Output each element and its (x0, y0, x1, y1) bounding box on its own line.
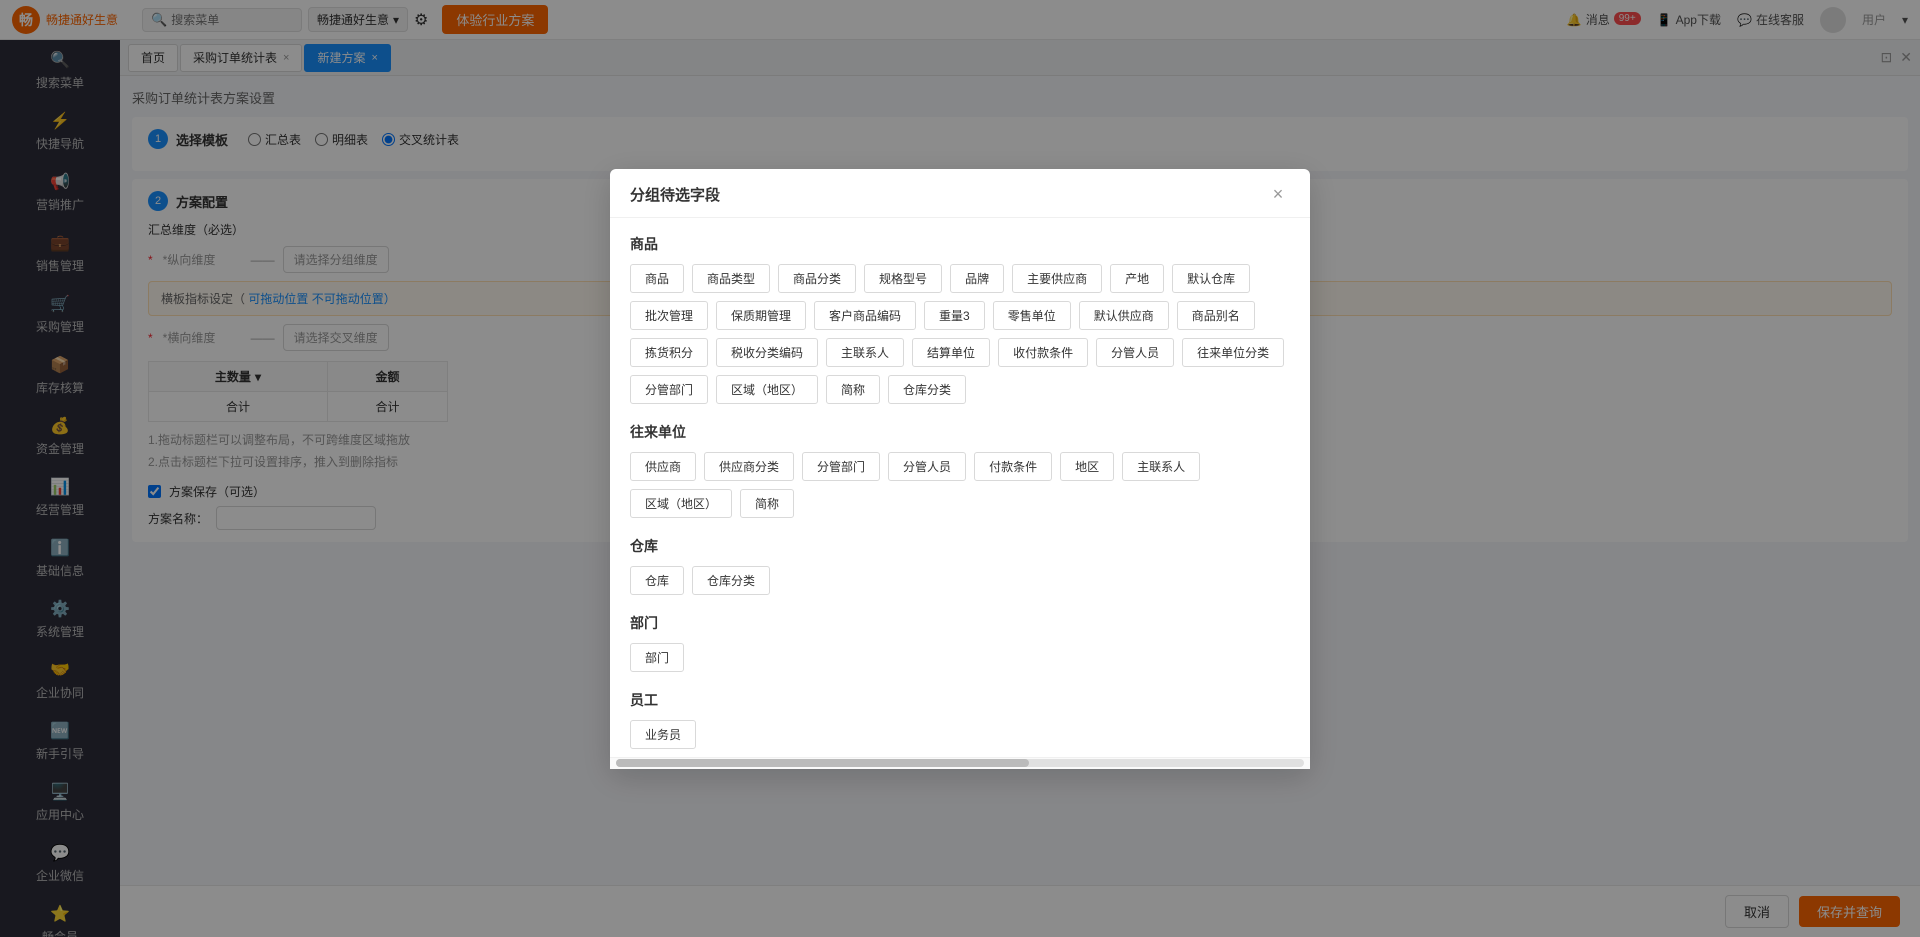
modal-title: 分组待选字段 (630, 184, 720, 205)
modal-body: 商品商品商品类型商品分类规格型号品牌主要供应商产地默认仓库批次管理保质期管理客户… (610, 218, 1310, 757)
hscroll-track (616, 759, 1304, 767)
field-chip[interactable]: 分管人员 (1096, 338, 1174, 367)
field-group-员工: 员工业务员 (630, 690, 1290, 749)
field-chip[interactable]: 重量3 (924, 301, 985, 330)
field-chip[interactable]: 主联系人 (826, 338, 904, 367)
field-chip[interactable]: 简称 (826, 375, 880, 404)
field-chip[interactable]: 供应商分类 (704, 452, 794, 481)
field-chips: 业务员 (630, 720, 1290, 749)
modal-header: 分组待选字段 × (610, 169, 1310, 218)
modal-overlay[interactable]: 分组待选字段 × 商品商品商品类型商品分类规格型号品牌主要供应商产地默认仓库批次… (0, 0, 1920, 937)
field-chip[interactable]: 业务员 (630, 720, 696, 749)
field-chip[interactable]: 拣货积分 (630, 338, 708, 367)
field-chip[interactable]: 分管部门 (802, 452, 880, 481)
field-group-title: 往来单位 (630, 422, 1290, 442)
field-chip[interactable]: 区域（地区） (630, 489, 732, 518)
field-chip[interactable]: 付款条件 (974, 452, 1052, 481)
field-group-title: 部门 (630, 613, 1290, 633)
field-group-往来单位: 往来单位供应商供应商分类分管部门分管人员付款条件地区主联系人区域（地区） 简称 (630, 422, 1290, 518)
field-chip[interactable]: 默认供应商 (1079, 301, 1169, 330)
field-chip[interactable]: 分管部门 (630, 375, 708, 404)
field-chip[interactable]: 规格型号 (864, 264, 942, 293)
field-chips: 供应商供应商分类分管部门分管人员付款条件地区主联系人区域（地区） 简称 (630, 452, 1290, 518)
field-group-title: 商品 (630, 234, 1290, 254)
field-chip[interactable]: 商品 (630, 264, 684, 293)
field-chip[interactable]: 税收分类编码 (716, 338, 818, 367)
field-chip[interactable]: 保质期管理 (716, 301, 806, 330)
field-group-仓库: 仓库仓库仓库分类 (630, 536, 1290, 595)
field-chip[interactable]: 零售单位 (993, 301, 1071, 330)
field-chip[interactable]: 收付款条件 (998, 338, 1088, 367)
field-chip[interactable]: 商品别名 (1177, 301, 1255, 330)
field-chips: 仓库仓库分类 (630, 566, 1290, 595)
field-chip[interactable]: 地区 (1060, 452, 1114, 481)
field-chip[interactable]: 仓库分类 (888, 375, 966, 404)
modal-close-button[interactable]: × (1266, 183, 1290, 207)
field-group-title: 仓库 (630, 536, 1290, 556)
field-chip[interactable]: 简称 (740, 489, 794, 518)
field-group-商品: 商品商品商品类型商品分类规格型号品牌主要供应商产地默认仓库批次管理保质期管理客户… (630, 234, 1290, 404)
field-group-title: 员工 (630, 690, 1290, 710)
field-chip[interactable]: 主要供应商 (1012, 264, 1102, 293)
field-chip[interactable]: 默认仓库 (1172, 264, 1250, 293)
field-chip[interactable]: 部门 (630, 643, 684, 672)
field-chip[interactable]: 批次管理 (630, 301, 708, 330)
field-chip[interactable]: 分管人员 (888, 452, 966, 481)
modal-horizontal-scrollbar[interactable] (610, 757, 1310, 769)
field-chip[interactable]: 仓库分类 (692, 566, 770, 595)
field-chip[interactable]: 商品类型 (692, 264, 770, 293)
field-chip[interactable]: 主联系人 (1122, 452, 1200, 481)
hscroll-thumb (616, 759, 1029, 767)
field-chip[interactable]: 商品分类 (778, 264, 856, 293)
field-chip[interactable]: 仓库 (630, 566, 684, 595)
field-chip[interactable]: 区域（地区） (716, 375, 818, 404)
field-chip[interactable]: 往来单位分类 (1182, 338, 1284, 367)
field-chips: 商品商品类型商品分类规格型号品牌主要供应商产地默认仓库批次管理保质期管理客户商品… (630, 264, 1290, 404)
field-group-部门: 部门部门 (630, 613, 1290, 672)
field-chip[interactable]: 供应商 (630, 452, 696, 481)
field-chip[interactable]: 产地 (1110, 264, 1164, 293)
modal-dialog: 分组待选字段 × 商品商品商品类型商品分类规格型号品牌主要供应商产地默认仓库批次… (610, 169, 1310, 769)
field-chip[interactable]: 结算单位 (912, 338, 990, 367)
field-chip[interactable]: 品牌 (950, 264, 1004, 293)
field-chips: 部门 (630, 643, 1290, 672)
field-chip[interactable]: 客户商品编码 (814, 301, 916, 330)
